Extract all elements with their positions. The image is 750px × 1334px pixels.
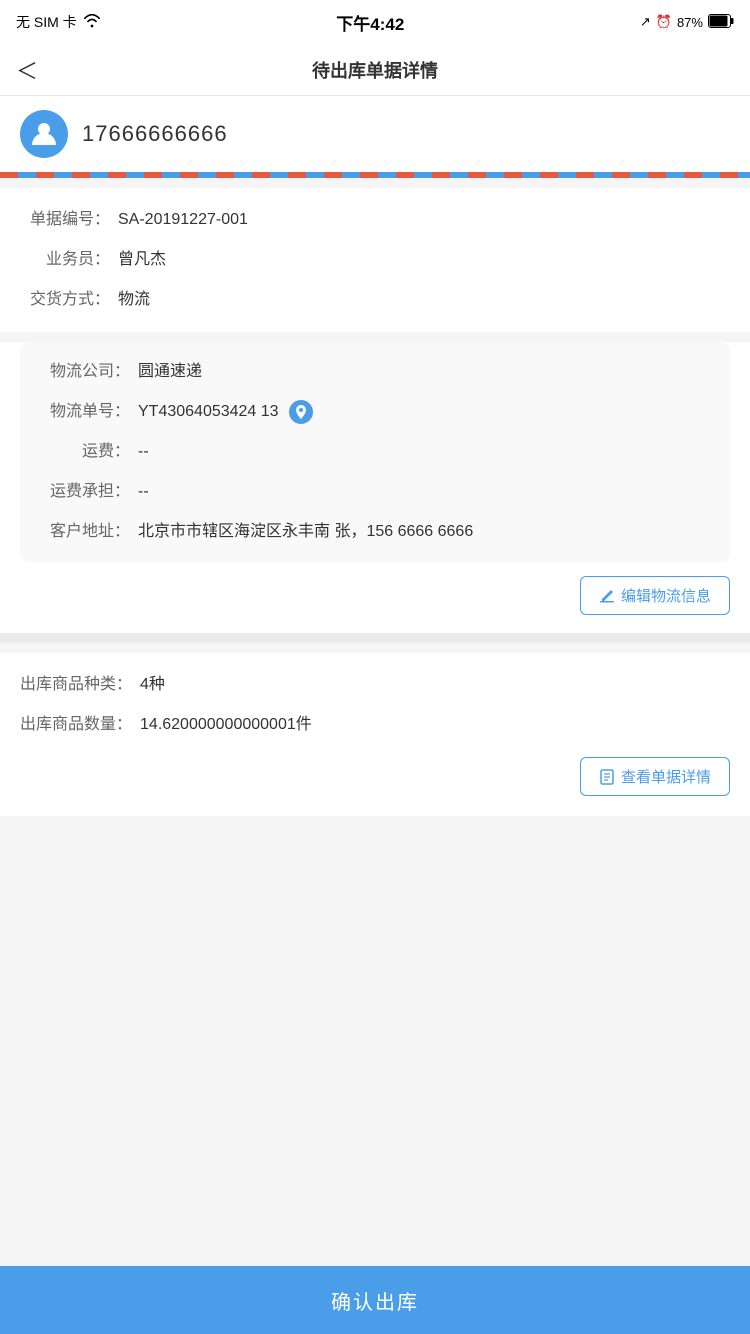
user-header: 17666666666 [0,96,750,172]
logistics-company-row: 物流公司： 圆通速递 [40,360,710,384]
goods-qty-value: 14.620000000000001件 [140,713,730,737]
user-avatar [20,110,68,158]
tracking-location-icon[interactable] [289,400,313,424]
edit-logistics-container: 编辑物流信息 [20,576,730,633]
logistics-company-label: 物流公司： [40,360,130,384]
bottom-spacer [0,826,750,1086]
freight-bearer-value: -- [138,480,710,504]
battery-text: 87% [677,15,703,30]
tracking-value-container: YT43064053424 13 [138,400,710,424]
view-detail-container: 查看单据详情 [20,757,730,796]
confirm-label: 确认出库 [331,1286,419,1315]
dashed-divider [0,172,750,178]
document-no-row: 单据编号： SA-20191227-001 [20,208,730,232]
delivery-method-label: 交货方式： [20,288,110,312]
tracking-number: YT43064053424 13 [138,400,279,424]
address-value: 北京市市辖区海淀区永丰南 张，156 6666 6666 [138,520,710,544]
goods-qty-label: 出库商品数量： [20,713,132,737]
goods-type-label: 出库商品种类： [20,673,132,697]
battery-icon [708,14,734,31]
nav-bar: ＜ 待出库单据详情 [0,44,750,96]
status-left: 无 SIM 卡 [16,12,101,32]
goods-type-value: 4种 [140,673,730,697]
wifi-icon [83,14,101,31]
confirm-bar[interactable]: 确认出库 [0,1266,750,1334]
status-time: 下午4:42 [336,10,404,35]
document-icon [599,769,615,785]
edit-logistics-label: 编辑物流信息 [621,585,711,606]
view-detail-button[interactable]: 查看单据详情 [580,757,730,796]
address-label: 客户地址： [40,520,130,544]
delivery-method-row: 交货方式： 物流 [20,288,730,312]
status-right: ↗ ⏰ 87% [640,14,734,31]
document-no-value: SA-20191227-001 [118,208,730,232]
freight-row: 运费： -- [40,440,710,464]
edit-icon [599,588,615,604]
goods-type-row: 出库商品种类： 4种 [20,673,730,697]
page-title: 待出库单据详情 [50,57,700,83]
sales-person-label: 业务员： [20,248,110,272]
sales-person-row: 业务员： 曾凡杰 [20,248,730,272]
freight-value: -- [138,440,710,464]
back-button[interactable]: ＜ [16,54,38,86]
freight-bearer-label: 运费承担： [40,480,130,504]
location-arrow-icon: ↗ [640,14,651,30]
stock-info-section: 出库商品种类： 4种 出库商品数量： 14.620000000000001件 查… [0,653,750,816]
delivery-method-value: 物流 [118,288,730,312]
address-row: 客户地址： 北京市市辖区海淀区永丰南 张，156 6666 6666 [40,520,710,544]
logistics-card: 物流公司： 圆通速递 物流单号： YT43064053424 13 运费： --… [20,342,730,562]
tracking-label: 物流单号： [40,400,130,424]
no-sim-text: 无 SIM 卡 [16,12,77,32]
logistics-section: 物流公司： 圆通速递 物流单号： YT43064053424 13 运费： --… [0,342,750,633]
alarm-icon: ⏰ [656,14,672,30]
edit-logistics-button[interactable]: 编辑物流信息 [580,576,730,615]
user-phone: 17666666666 [82,121,228,147]
sales-person-value: 曾凡杰 [118,248,730,272]
freight-label: 运费： [40,440,130,464]
logistics-company-value: 圆通速递 [138,360,710,384]
status-bar: 无 SIM 卡 下午4:42 ↗ ⏰ 87% [0,0,750,44]
view-detail-label: 查看单据详情 [621,766,711,787]
basic-info-section: 单据编号： SA-20191227-001 业务员： 曾凡杰 交货方式： 物流 [0,188,750,332]
freight-bearer-row: 运费承担： -- [40,480,710,504]
goods-qty-row: 出库商品数量： 14.620000000000001件 [20,713,730,737]
gray-separator [0,633,750,643]
document-no-label: 单据编号： [20,208,110,232]
tracking-row: 物流单号： YT43064053424 13 [40,400,710,424]
